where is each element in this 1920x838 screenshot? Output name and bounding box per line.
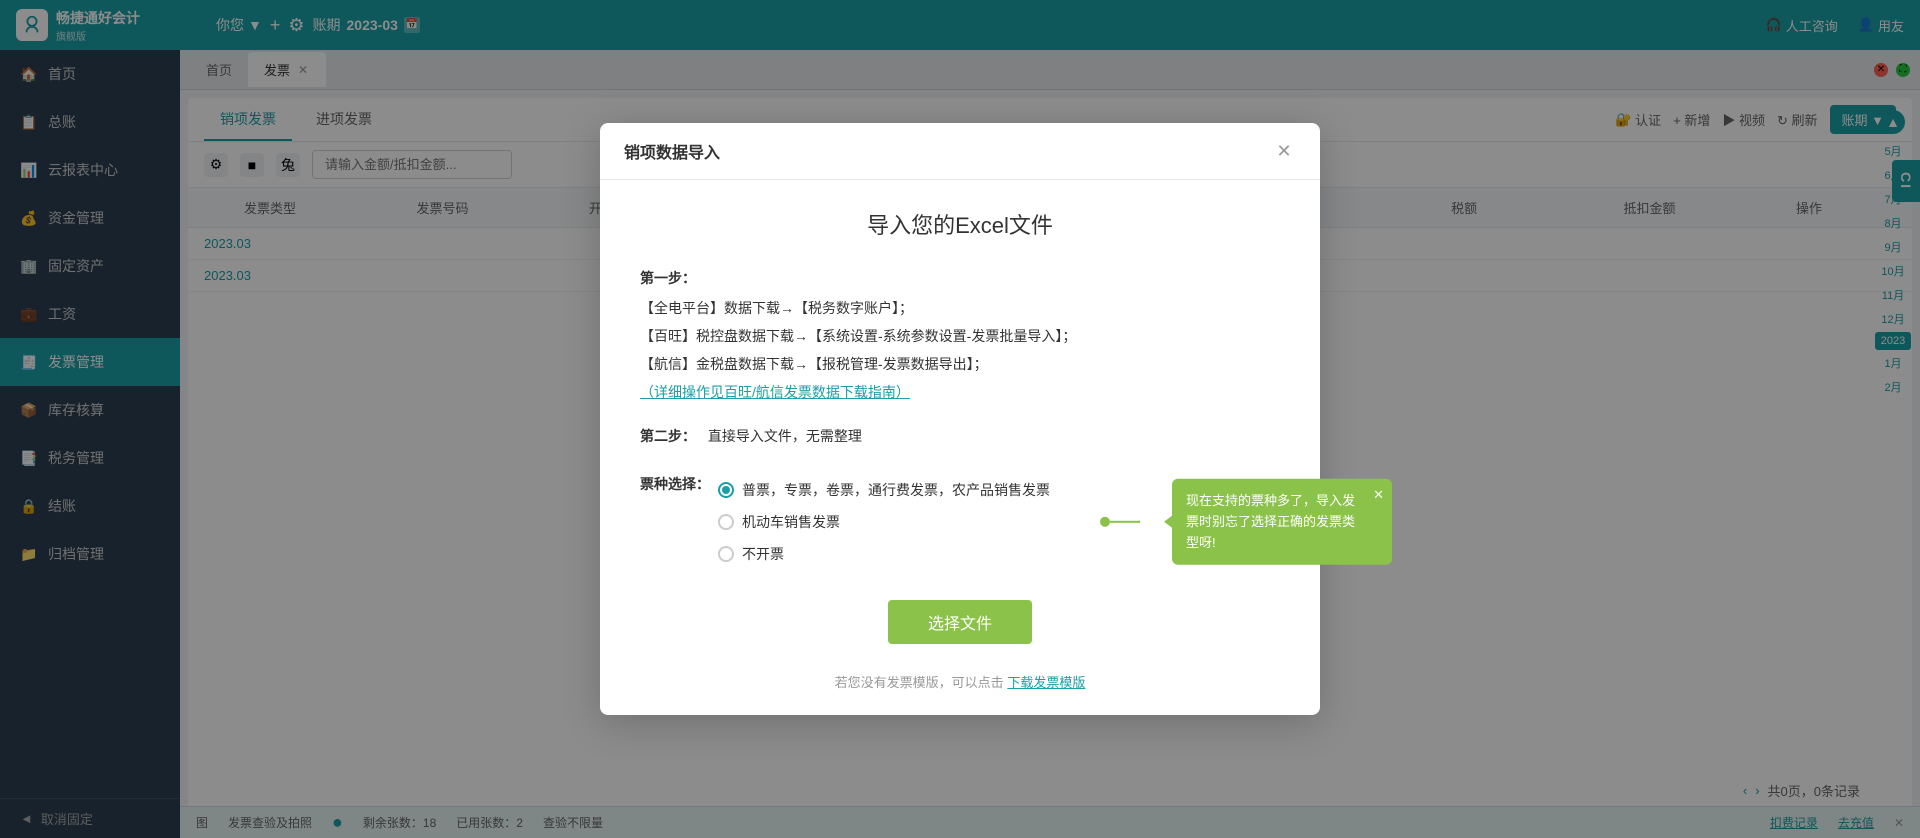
tooltip-bubble: 现在支持的票种多了，导入发票时别忘了选择正确的发票类型呀! ✕ bbox=[1172, 479, 1392, 565]
modal-close-button[interactable]: ✕ bbox=[1272, 139, 1296, 163]
modal-overlay: 销项数据导入 ✕ 导入您的Excel文件 第一步： 【全电平台】数据下载→【税务… bbox=[0, 0, 1920, 838]
import-modal: 销项数据导入 ✕ 导入您的Excel文件 第一步： 【全电平台】数据下载→【税务… bbox=[600, 123, 1320, 715]
ticket-label: 票种选择： bbox=[640, 474, 710, 494]
radio-normal-dot bbox=[722, 486, 730, 494]
radio-normal-circle bbox=[718, 482, 734, 498]
step2-label: 第二步： bbox=[640, 426, 696, 446]
step1-content: 【全电平台】数据下载→【税务数字账户】； 【百旺】税控盘数据下载→【系统设置-系… bbox=[640, 294, 1280, 406]
select-file-button[interactable]: 选择文件 bbox=[888, 600, 1032, 644]
tooltip-close-btn[interactable]: ✕ bbox=[1373, 485, 1384, 506]
step1-label: 第一步： bbox=[640, 268, 696, 288]
download-template-link[interactable]: 下载发票模版 bbox=[1007, 675, 1085, 690]
radio-motor[interactable]: 机动车销售发票 现在支持的票种多了，导入发票时别忘了选择正确的发票类型呀! ✕ bbox=[718, 512, 1050, 532]
modal-header: 销项数据导入 ✕ bbox=[600, 123, 1320, 180]
tooltip-container: 现在支持的票种多了，导入发票时别忘了选择正确的发票类型呀! ✕ bbox=[1138, 479, 1392, 565]
radio-motor-circle bbox=[718, 514, 734, 530]
radio-no-invoice-circle bbox=[718, 546, 734, 562]
modal-main-title: 导入您的Excel文件 bbox=[640, 208, 1280, 240]
download-hint: 若您没有发票模版，可以点击 下载发票模版 bbox=[600, 672, 1320, 691]
radio-no-invoice[interactable]: 不开票 bbox=[718, 544, 1050, 564]
radio-normal[interactable]: 普票，专票，卷票，通行费发票，农产品销售发票 bbox=[718, 480, 1050, 500]
step1-row: 第一步： 【全电平台】数据下载→【税务数字账户】； 【百旺】税控盘数据下载→【系… bbox=[640, 268, 1280, 406]
radio-group: 普票，专票，卷票，通行费发票，农产品销售发票 机动车销售发票 bbox=[718, 480, 1050, 576]
modal-title: 销项数据导入 bbox=[624, 139, 720, 163]
modal-body: 导入您的Excel文件 第一步： 【全电平台】数据下载→【税务数字账户】； 【百… bbox=[600, 180, 1320, 600]
ticket-selection: 票种选择： 普票，专票，卷票，通行费发票，农产品销售发票 机动车销售发票 bbox=[640, 472, 1280, 576]
step2-row: 第二步： 直接导入文件，无需整理 bbox=[640, 426, 1280, 452]
step2-content: 直接导入文件，无需整理 bbox=[708, 428, 862, 444]
step1-guide-link[interactable]: （详细操作见百旺/航信发票数据下载指南） bbox=[640, 384, 910, 400]
modal-footer: 选择文件 若您没有发票模版，可以点击 下载发票模版 bbox=[600, 600, 1320, 715]
